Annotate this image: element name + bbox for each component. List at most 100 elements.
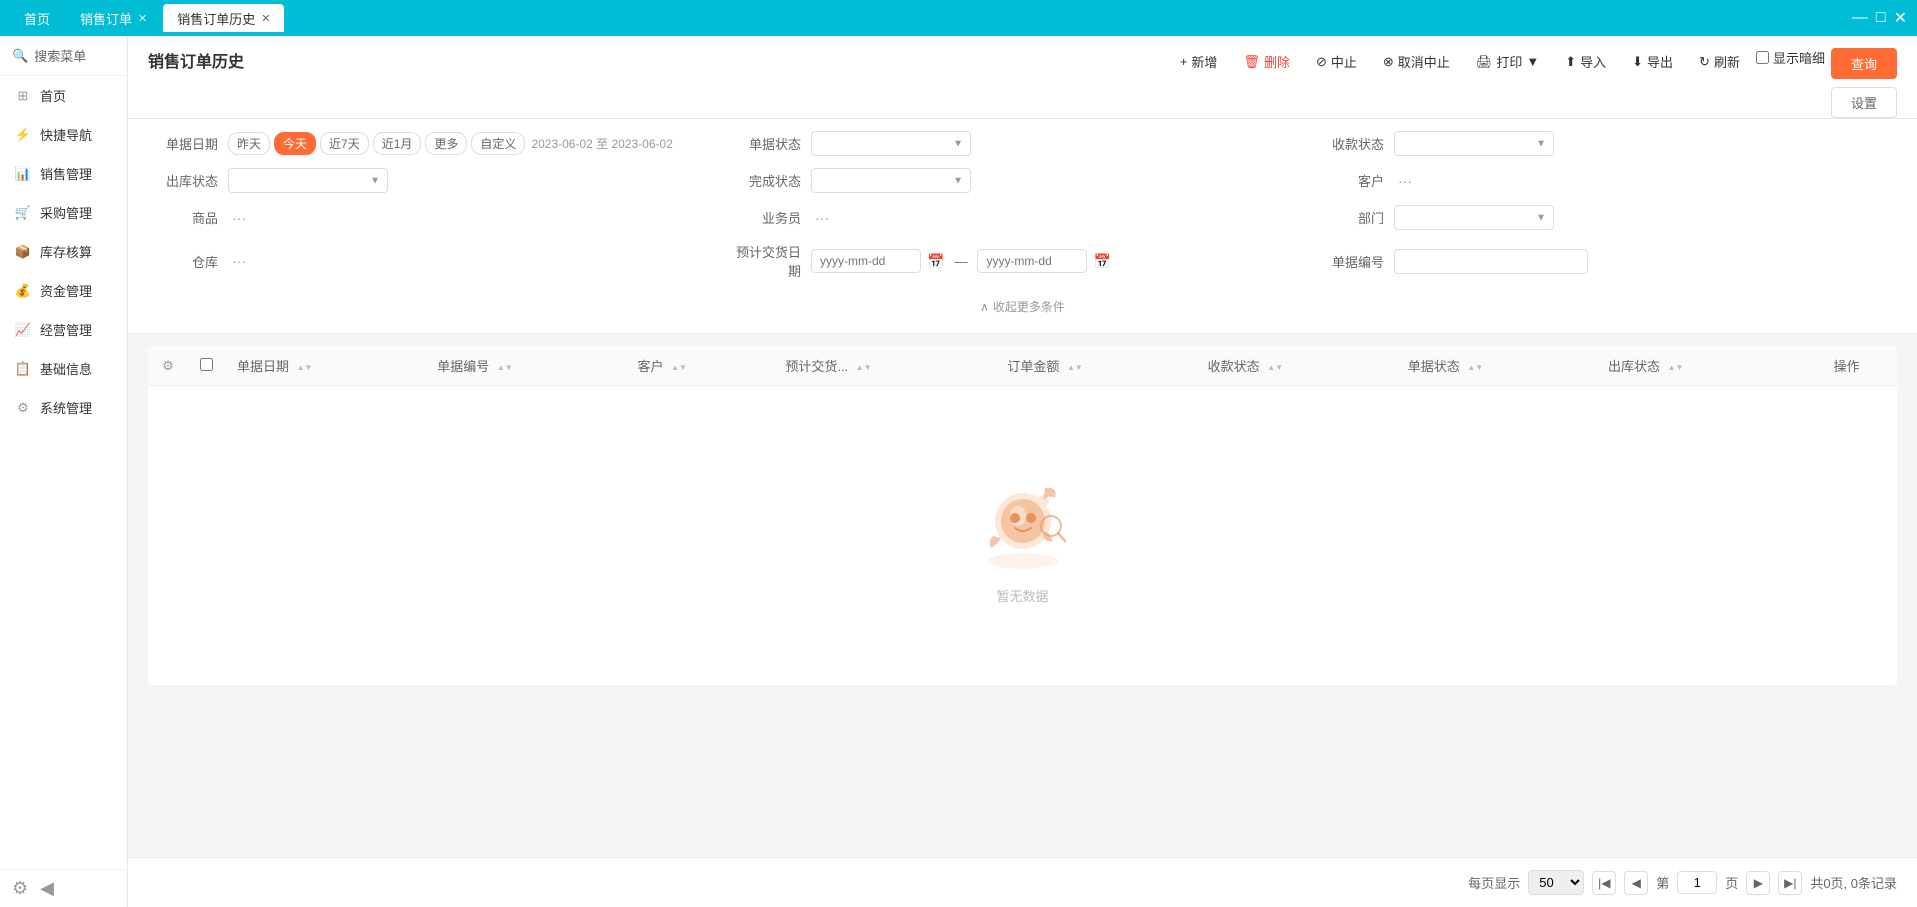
delivery-date-start[interactable] [811,249,921,273]
sidebar-item-basic-info[interactable]: 📋 基础信息 [0,349,127,388]
date-range-display: 2023-06-02 至 2023-06-02 [531,135,672,152]
col-receipt-status-label: 收款状态 [1208,359,1260,374]
sidebar-item-home[interactable]: ⊞ 首页 [0,76,127,115]
sidebar-item-sales-label: 销售管理 [40,164,92,183]
sort-delivery-icon[interactable]: ▲▼ [856,363,872,372]
tab-sales-order-history-close[interactable]: ✕ [261,12,270,25]
goods-dots[interactable]: ··· [232,210,246,226]
stop-button[interactable]: ⊘ 中止 [1306,48,1367,75]
goods-control: ··· [228,210,731,226]
customer-label: 客户 [1314,171,1394,190]
export-button[interactable]: ⬇ 导出 [1622,48,1683,75]
sidebar-collapse-icon[interactable]: ◀ [40,878,54,899]
display-cols-checkbox[interactable] [1756,51,1769,64]
refresh-button[interactable]: ↻ 刷新 [1689,48,1750,75]
empty-illustration [963,466,1083,586]
delete-button[interactable]: 🗑 删除 [1233,48,1300,75]
print-label: 打印 [1496,52,1522,71]
sidebar-item-inventory[interactable]: 📦 库存核算 [0,232,127,271]
date-filter-label: 单据日期 [148,134,228,153]
col-bill-no: 单据编号 ▲▼ [425,346,625,386]
customer-dots[interactable]: ··· [1398,173,1412,189]
sort-bill-no-icon[interactable]: ▲▼ [497,363,513,372]
export-icon: ⬇ [1632,54,1643,70]
print-button[interactable]: 🖨 打印 ▼ [1466,48,1549,75]
calendar-start-icon[interactable]: 📅 [927,253,944,270]
last-page-btn[interactable]: ▶| [1778,871,1802,895]
delivery-date-end[interactable] [977,249,1087,273]
sort-customer-icon[interactable]: ▲▼ [671,363,687,372]
next-page-btn[interactable]: ▶ [1746,871,1770,895]
delete-label: 删除 [1264,52,1290,71]
warehouse-dots[interactable]: ··· [232,253,246,269]
bill-no-input[interactable] [1394,249,1588,274]
stock-out-select[interactable] [228,168,388,193]
sales-icon: 📊 [14,165,32,183]
date-1month-btn[interactable]: 近1月 [373,132,422,155]
sidebar-bottom: ⚙ ◀ [0,869,127,907]
page-size-select[interactable]: 10 20 50 100 [1528,870,1584,895]
sidebar-settings-icon[interactable]: ⚙ [12,878,28,899]
sidebar-item-purchase-label: 采购管理 [40,203,92,222]
setting-button[interactable]: 设置 [1831,87,1897,118]
print-arrow: ▼ [1526,54,1539,69]
sidebar-item-purchase-mgmt[interactable]: 🛒 采购管理 [0,193,127,232]
tab-sales-order[interactable]: 销售订单 ✕ [66,4,161,32]
sort-date-icon[interactable]: ▲▼ [297,363,313,372]
import-button[interactable]: ⬆ 导入 [1555,48,1616,75]
date-today-btn[interactable]: 今天 [274,132,316,155]
close-icon[interactable]: ✕ [1894,8,1907,28]
complete-select[interactable] [811,168,971,193]
tab-sales-order-close[interactable]: ✕ [138,12,147,25]
stock-out-label: 出库状态 [148,171,228,190]
tab-sales-order-history[interactable]: 销售订单历史 ✕ [163,4,284,32]
sort-amount-icon[interactable]: ▲▼ [1067,363,1083,372]
sidebar-search[interactable]: 🔍 搜索菜单 [0,36,127,76]
collapse-row[interactable]: ∧ 收起更多条件 [148,292,1897,321]
minimize-icon[interactable]: — [1852,9,1868,27]
new-button[interactable]: + 新增 [1170,48,1228,75]
sort-receipt-status-icon[interactable]: ▲▼ [1267,363,1283,372]
first-page-btn[interactable]: |◀ [1592,871,1616,895]
tab-home[interactable]: 首页 [10,4,64,32]
table-gear-icon[interactable]: ⚙ [162,358,174,373]
query-button[interactable]: 查询 [1831,48,1897,79]
sidebar-item-system-mgmt[interactable]: ⚙ 系统管理 [0,388,127,427]
col-date: 单据日期 ▲▼ [225,346,425,386]
sidebar-item-operations[interactable]: 📈 经营管理 [0,310,127,349]
maximize-icon[interactable]: □ [1876,9,1886,27]
date-custom-btn[interactable]: 自定义 [471,132,525,155]
date-yesterday-btn[interactable]: 昨天 [228,132,270,155]
dept-select[interactable] [1394,205,1554,230]
tab-home-label: 首页 [24,9,50,28]
bill-status-label: 单据状态 [731,134,811,153]
sort-bill-status-icon[interactable]: ▲▼ [1467,363,1483,372]
sidebar-item-operations-label: 经营管理 [40,320,92,339]
cancel-stop-button[interactable]: ⊗ 取消中止 [1373,48,1460,75]
sidebar-item-sales-mgmt[interactable]: 📊 销售管理 [0,154,127,193]
col-amount: 订单金额 ▲▼ [995,346,1195,386]
calendar-end-icon[interactable]: 📅 [1093,253,1110,270]
print-icon: 🖨 [1476,54,1493,70]
dept-label: 部门 [1314,208,1394,227]
stop-label: 中止 [1331,52,1357,71]
date-7days-btn[interactable]: 近7天 [320,132,369,155]
bill-status-select[interactable] [811,131,971,156]
warehouse-control: ··· [228,253,731,269]
prev-page-btn[interactable]: ◀ [1624,871,1648,895]
page-input[interactable] [1677,871,1717,894]
date-more-btn[interactable]: 更多 [425,132,467,155]
salesperson-dots[interactable]: ··· [815,210,829,226]
import-label: 导入 [1580,52,1606,71]
receipt-status-select[interactable] [1394,131,1554,156]
select-all-checkbox[interactable] [200,358,213,371]
date-filter-control: 昨天 今天 近7天 近1月 更多 自定义 2023-06-02 至 2023-0… [228,132,731,155]
date-separator: — [954,254,967,269]
operations-icon: 📈 [14,321,32,339]
page-unit: 页 [1725,873,1738,892]
sidebar-item-quick-nav[interactable]: ⚡ 快捷导航 [0,115,127,154]
sort-stock-out-icon[interactable]: ▲▼ [1668,363,1684,372]
filter-area: 单据日期 昨天 今天 近7天 近1月 更多 自定义 2023-06-02 至 2… [128,119,1917,334]
cancel-stop-label: 取消中止 [1398,52,1450,71]
sidebar-item-finance[interactable]: 💰 资金管理 [0,271,127,310]
